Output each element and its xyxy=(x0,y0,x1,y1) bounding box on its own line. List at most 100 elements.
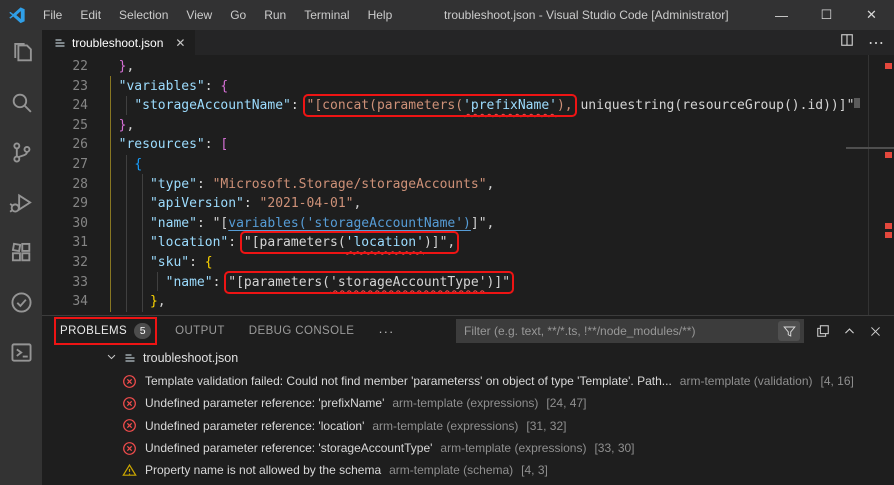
problem-location: [31, 32] xyxy=(526,419,566,433)
annotation-box: "[parameters('location')]", xyxy=(244,235,455,250)
menu-help[interactable]: Help xyxy=(359,0,402,30)
indent-guide xyxy=(142,174,143,312)
line-number[interactable]: 34 xyxy=(42,292,88,312)
code-line-31[interactable]: 31"location": "[parameters('location')]"… xyxy=(42,233,894,253)
menu-run[interactable]: Run xyxy=(255,0,295,30)
code-line-25[interactable]: 25}, xyxy=(42,116,894,136)
problem-source: arm-template (expressions) xyxy=(372,419,518,433)
menu-view[interactable]: View xyxy=(177,0,221,30)
code-line-28[interactable]: 28"type": "Microsoft.Storage/storageAcco… xyxy=(42,175,894,195)
code-line-30[interactable]: 30"name": "[variables('storageAccountNam… xyxy=(42,214,894,234)
problem-row[interactable]: Template validation failed: Could not fi… xyxy=(42,370,894,392)
scrollbar-thumb-edge[interactable] xyxy=(846,147,894,149)
line-number[interactable]: 27 xyxy=(42,155,88,175)
problem-message: Template validation failed: Could not fi… xyxy=(145,374,672,388)
code-editor[interactable]: 22},23"variables": {24"storageAccountNam… xyxy=(42,55,894,315)
code-text: "sku": { xyxy=(88,253,213,273)
tab-label: troubleshoot.json xyxy=(72,36,163,50)
panel-tab-debug-console[interactable]: DEBUG CONSOLE xyxy=(249,325,355,337)
code-token: , xyxy=(487,216,495,231)
problem-row[interactable]: Undefined parameter reference: 'storageA… xyxy=(42,437,894,459)
chevron-down-icon[interactable] xyxy=(106,351,117,365)
close-button[interactable]: ✕ xyxy=(849,0,894,30)
menu-file[interactable]: File xyxy=(34,0,71,30)
editor-more-actions-icon[interactable]: ⋯ xyxy=(868,33,884,53)
line-number[interactable]: 28 xyxy=(42,175,88,195)
explorer-icon[interactable] xyxy=(9,40,34,65)
tab-troubleshoot-json[interactable]: troubleshoot.json ✕ xyxy=(42,30,195,55)
line-number[interactable]: 23 xyxy=(42,77,88,97)
maximize-panel-icon[interactable] xyxy=(843,325,856,338)
search-icon[interactable] xyxy=(9,90,34,115)
code-line-26[interactable]: 26"resources": [ xyxy=(42,135,894,155)
code-token: , xyxy=(158,294,166,309)
code-line-23[interactable]: 23"variables": { xyxy=(42,77,894,97)
problem-location: [4, 3] xyxy=(521,463,548,477)
maximize-button[interactable]: ☐ xyxy=(804,0,849,30)
source-control-icon[interactable] xyxy=(9,140,34,165)
code-token: "location" xyxy=(150,235,228,250)
problems-file-group[interactable]: troubleshoot.json xyxy=(42,346,894,370)
error-ruler-mark xyxy=(885,223,892,229)
line-number[interactable]: 22 xyxy=(42,57,88,77)
editor-tab-bar: troubleshoot.json ✕ ⋯ xyxy=(42,30,894,55)
code-token: "[ xyxy=(213,216,229,231)
problem-row[interactable]: Undefined parameter reference: 'location… xyxy=(42,415,894,437)
code-token: : xyxy=(205,79,221,94)
line-number[interactable]: 26 xyxy=(42,135,88,155)
problem-source: arm-template (validation) xyxy=(680,374,813,388)
code-token: , xyxy=(126,59,134,74)
code-line-29[interactable]: 29"apiVersion": "2021-04-01", xyxy=(42,194,894,214)
close-panel-icon[interactable] xyxy=(869,325,882,338)
problems-filter[interactable] xyxy=(456,319,804,343)
line-number[interactable]: 25 xyxy=(42,116,88,136)
minimize-button[interactable]: — xyxy=(759,0,804,30)
bottom-panel: PROBLEMS5 OUTPUT DEBUG CONSOLE ··· xyxy=(42,315,894,485)
line-number[interactable]: 24 xyxy=(42,96,88,116)
panel-tab-problems[interactable]: PROBLEMS5 xyxy=(60,323,151,339)
code-token: "type" xyxy=(150,177,197,192)
problem-row[interactable]: Property name is not allowed by the sche… xyxy=(42,459,894,481)
code-token: : xyxy=(205,137,221,152)
check-circle-icon[interactable] xyxy=(9,290,34,315)
menu-edit[interactable]: Edit xyxy=(71,0,110,30)
code-token: "[concat(parameters( xyxy=(307,98,464,113)
code-line-32[interactable]: 32"sku": { xyxy=(42,253,894,273)
code-token: { xyxy=(205,255,213,270)
line-number[interactable]: 32 xyxy=(42,253,88,273)
menu-selection[interactable]: Selection xyxy=(110,0,177,30)
extensions-icon[interactable] xyxy=(9,240,34,265)
code-line-24[interactable]: 24"storageAccountName": "[concat(paramet… xyxy=(42,96,894,116)
filter-input[interactable] xyxy=(464,324,764,338)
line-number[interactable]: 33 xyxy=(42,273,88,293)
code-line-27[interactable]: 27{ xyxy=(42,155,894,175)
code-token: 'location' xyxy=(346,235,424,250)
line-number[interactable]: 29 xyxy=(42,194,88,214)
line-number[interactable]: 31 xyxy=(42,233,88,253)
indent-guide xyxy=(126,155,127,312)
collapse-all-icon[interactable] xyxy=(816,324,830,338)
code-line-33[interactable]: 33"name": "[parameters('storageAccountTy… xyxy=(42,273,894,293)
code-token: : xyxy=(244,196,260,211)
code-token: "sku" xyxy=(150,255,189,270)
code-token: : xyxy=(291,98,307,113)
code-token: "resources" xyxy=(119,137,205,152)
panel-more-tabs-icon[interactable]: ··· xyxy=(378,324,394,339)
powershell-icon[interactable] xyxy=(9,340,34,365)
vscode-logo-icon xyxy=(8,6,26,24)
code-line-34[interactable]: 34}, xyxy=(42,292,894,312)
tab-close-icon[interactable]: ✕ xyxy=(175,36,185,50)
code-token: { xyxy=(220,79,228,94)
panel-tab-output[interactable]: OUTPUT xyxy=(175,325,225,337)
overview-ruler[interactable] xyxy=(868,55,894,315)
menu-terminal[interactable]: Terminal xyxy=(295,0,358,30)
line-number[interactable]: 30 xyxy=(42,214,88,234)
code-line-22[interactable]: 22}, xyxy=(42,57,894,77)
problem-row[interactable]: Undefined parameter reference: 'prefixNa… xyxy=(42,392,894,414)
filter-funnel-icon[interactable] xyxy=(778,321,800,341)
problem-source: arm-template (expressions) xyxy=(392,396,538,410)
split-editor-icon[interactable] xyxy=(840,33,854,52)
run-debug-icon[interactable] xyxy=(9,190,34,215)
menu-go[interactable]: Go xyxy=(221,0,255,30)
problem-message: Undefined parameter reference: 'storageA… xyxy=(145,441,432,455)
